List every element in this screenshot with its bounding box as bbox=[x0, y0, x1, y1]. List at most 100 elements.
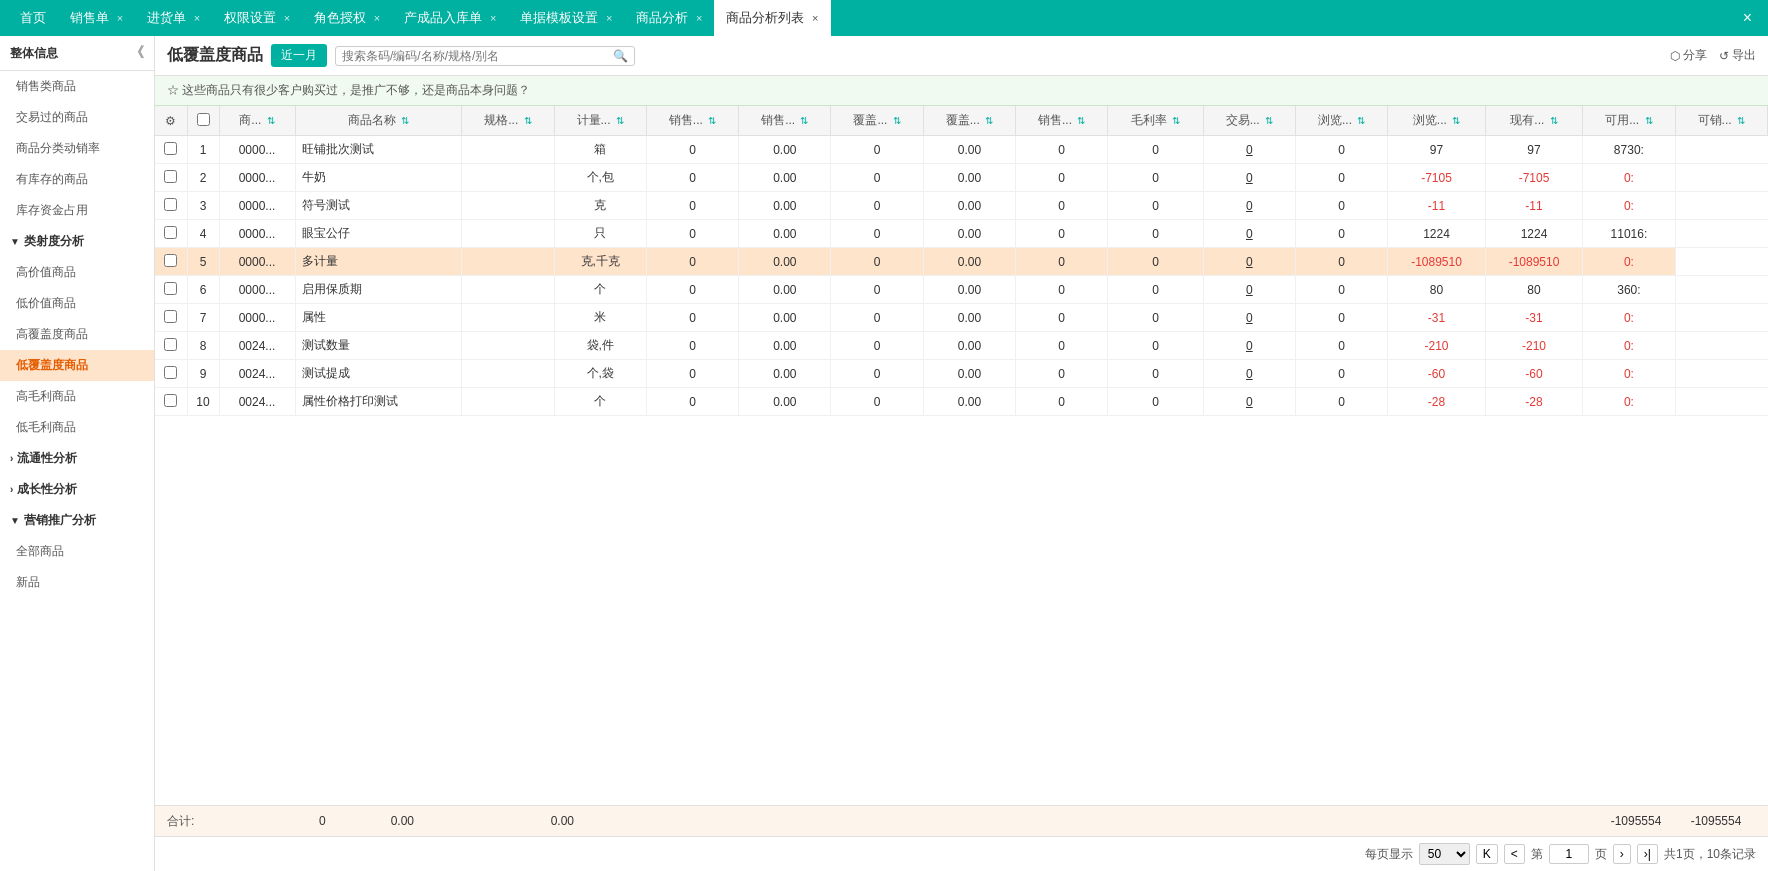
sidebar-item-high-coverage[interactable]: 高覆盖度商品 bbox=[0, 319, 154, 350]
sidebar-item-high-profit[interactable]: 高毛利商品 bbox=[0, 381, 154, 412]
col-unit[interactable]: 计量... ⇅ bbox=[554, 106, 646, 136]
close-roles-tab[interactable]: × bbox=[374, 12, 380, 24]
nav-tab-roles[interactable]: 角色授权 × bbox=[302, 0, 392, 36]
nav-tab-analysis[interactable]: 商品分析 × bbox=[624, 0, 714, 36]
sort-available-icon[interactable]: ⇅ bbox=[1645, 115, 1653, 126]
sidebar-item-high-value[interactable]: 高价值商品 bbox=[0, 257, 154, 288]
col-spec[interactable]: 规格... ⇅ bbox=[462, 106, 554, 136]
close-permissions-tab[interactable]: × bbox=[284, 12, 290, 24]
nav-tab-templates[interactable]: 单据模板设置 × bbox=[508, 0, 624, 36]
row-checkbox[interactable] bbox=[164, 394, 177, 407]
row-checkbox[interactable] bbox=[164, 226, 177, 239]
col-current[interactable]: 现有... ⇅ bbox=[1485, 106, 1582, 136]
browse-link[interactable]: 0 bbox=[1246, 199, 1253, 213]
sort-name-icon[interactable]: ⇅ bbox=[401, 115, 409, 126]
sort-sales2-icon[interactable]: ⇅ bbox=[800, 115, 808, 126]
col-sales1[interactable]: 销售... ⇅ bbox=[646, 106, 738, 136]
nav-tab-home[interactable]: 首页 bbox=[8, 0, 58, 36]
sort-trade-icon[interactable]: ⇅ bbox=[1265, 115, 1273, 126]
sort-cov2-icon[interactable]: ⇅ bbox=[985, 115, 993, 126]
col-name[interactable]: 商品名称 ⇅ bbox=[295, 106, 462, 136]
col-sellable[interactable]: 可销... ⇅ bbox=[1675, 106, 1767, 136]
browse-link[interactable]: 0 bbox=[1246, 367, 1253, 381]
nav-tab-permissions[interactable]: 权限设置 × bbox=[212, 0, 302, 36]
browse-link[interactable]: 0 bbox=[1246, 255, 1253, 269]
share-button[interactable]: ⬡ 分享 bbox=[1670, 47, 1707, 64]
select-all-checkbox[interactable] bbox=[197, 113, 210, 126]
page-input[interactable] bbox=[1549, 844, 1589, 864]
sort-sales3-icon[interactable]: ⇅ bbox=[1077, 115, 1085, 126]
row-checkbox[interactable] bbox=[164, 198, 177, 211]
col-cov2[interactable]: 覆盖... ⇅ bbox=[923, 106, 1015, 136]
settings-icon[interactable]: ⚙ bbox=[165, 114, 176, 128]
nav-tab-sales[interactable]: 销售单 × bbox=[58, 0, 135, 36]
row-checkbox[interactable] bbox=[164, 366, 177, 379]
sidebar-item-low-coverage[interactable]: 低覆盖度商品 bbox=[0, 350, 154, 381]
search-icon[interactable]: 🔍 bbox=[613, 49, 628, 63]
row-checkbox[interactable] bbox=[164, 254, 177, 267]
sidebar-item-traded-goods[interactable]: 交易过的商品 bbox=[0, 102, 154, 133]
table-area[interactable]: ⚙ 商... ⇅ 商品名称 ⇅ 规格... ⇅ 计量... ⇅ 销售... ⇅ … bbox=[155, 106, 1768, 805]
browse-link[interactable]: 0 bbox=[1246, 283, 1253, 297]
col-code[interactable]: 商... ⇅ bbox=[219, 106, 295, 136]
close-sales-tab[interactable]: × bbox=[117, 12, 123, 24]
sidebar-group-marketing[interactable]: ▼ 营销推广分析 bbox=[0, 505, 154, 536]
close-analysis-tab[interactable]: × bbox=[696, 12, 702, 24]
row-checkbox[interactable] bbox=[164, 282, 177, 295]
sort-cov1-icon[interactable]: ⇅ bbox=[893, 115, 901, 126]
sidebar-item-new-goods[interactable]: 新品 bbox=[0, 567, 154, 598]
sidebar-item-category-rate[interactable]: 商品分类动销率 bbox=[0, 133, 154, 164]
last-page-button[interactable]: ›| bbox=[1637, 844, 1658, 864]
close-analysis-list-tab[interactable]: × bbox=[812, 12, 818, 24]
col-browse1[interactable]: 浏览... ⇅ bbox=[1296, 106, 1388, 136]
sidebar-item-low-profit[interactable]: 低毛利商品 bbox=[0, 412, 154, 443]
row-checkbox[interactable] bbox=[164, 170, 177, 183]
close-templates-tab[interactable]: × bbox=[606, 12, 612, 24]
sidebar-group-growth[interactable]: › 成长性分析 bbox=[0, 474, 154, 505]
col-profit[interactable]: 毛利率 ⇅ bbox=[1108, 106, 1203, 136]
nav-tab-purchase[interactable]: 进货单 × bbox=[135, 0, 212, 36]
browse-link[interactable]: 0 bbox=[1246, 171, 1253, 185]
sidebar-header[interactable]: 整体信息 《 bbox=[0, 36, 154, 71]
browse-link[interactable]: 0 bbox=[1246, 143, 1253, 157]
nav-tab-products[interactable]: 产成品入库单 × bbox=[392, 0, 508, 36]
close-products-tab[interactable]: × bbox=[490, 12, 496, 24]
sort-sales1-icon[interactable]: ⇅ bbox=[708, 115, 716, 126]
close-all-button[interactable]: × bbox=[1735, 9, 1760, 27]
per-page-select[interactable]: 50 10 20 100 bbox=[1419, 843, 1470, 865]
sidebar-group-circulation[interactable]: › 流通性分析 bbox=[0, 443, 154, 474]
browse-link[interactable]: 0 bbox=[1246, 227, 1253, 241]
first-page-button[interactable]: K bbox=[1476, 844, 1498, 864]
row-checkbox[interactable] bbox=[164, 310, 177, 323]
sidebar-collapse-btn[interactable]: 《 bbox=[130, 44, 144, 62]
col-settings[interactable]: ⚙ bbox=[155, 106, 187, 136]
col-sales3[interactable]: 销售... ⇅ bbox=[1016, 106, 1108, 136]
sort-code-icon[interactable]: ⇅ bbox=[267, 115, 275, 126]
sort-browse2-icon[interactable]: ⇅ bbox=[1452, 115, 1460, 126]
period-button[interactable]: 近一月 bbox=[271, 44, 327, 67]
sort-sellable-icon[interactable]: ⇅ bbox=[1737, 115, 1745, 126]
sidebar-item-in-stock[interactable]: 有库存的商品 bbox=[0, 164, 154, 195]
col-trade[interactable]: 交易... ⇅ bbox=[1203, 106, 1295, 136]
sidebar-group-coverage[interactable]: ▼ 类射度分析 bbox=[0, 226, 154, 257]
close-purchase-tab[interactable]: × bbox=[194, 12, 200, 24]
sort-profit-icon[interactable]: ⇅ bbox=[1172, 115, 1180, 126]
sidebar-item-sales-goods[interactable]: 销售类商品 bbox=[0, 71, 154, 102]
row-checkbox[interactable] bbox=[164, 142, 177, 155]
next-page-button[interactable]: › bbox=[1613, 844, 1631, 864]
col-sales2[interactable]: 销售... ⇅ bbox=[739, 106, 831, 136]
export-button[interactable]: ↺ 导出 bbox=[1719, 47, 1756, 64]
nav-tab-analysis-list[interactable]: 商品分析列表 × bbox=[714, 0, 830, 36]
col-cov1[interactable]: 覆盖... ⇅ bbox=[831, 106, 923, 136]
search-input[interactable] bbox=[342, 49, 613, 63]
sidebar-item-low-value[interactable]: 低价值商品 bbox=[0, 288, 154, 319]
sort-spec-icon[interactable]: ⇅ bbox=[524, 115, 532, 126]
browse-link[interactable]: 0 bbox=[1246, 395, 1253, 409]
browse-link[interactable]: 0 bbox=[1246, 339, 1253, 353]
row-checkbox[interactable] bbox=[164, 338, 177, 351]
sort-current-icon[interactable]: ⇅ bbox=[1550, 115, 1558, 126]
sort-unit-icon[interactable]: ⇅ bbox=[616, 115, 624, 126]
sidebar-item-stock-funds[interactable]: 库存资金占用 bbox=[0, 195, 154, 226]
col-available[interactable]: 可用... ⇅ bbox=[1583, 106, 1675, 136]
browse-link[interactable]: 0 bbox=[1246, 311, 1253, 325]
